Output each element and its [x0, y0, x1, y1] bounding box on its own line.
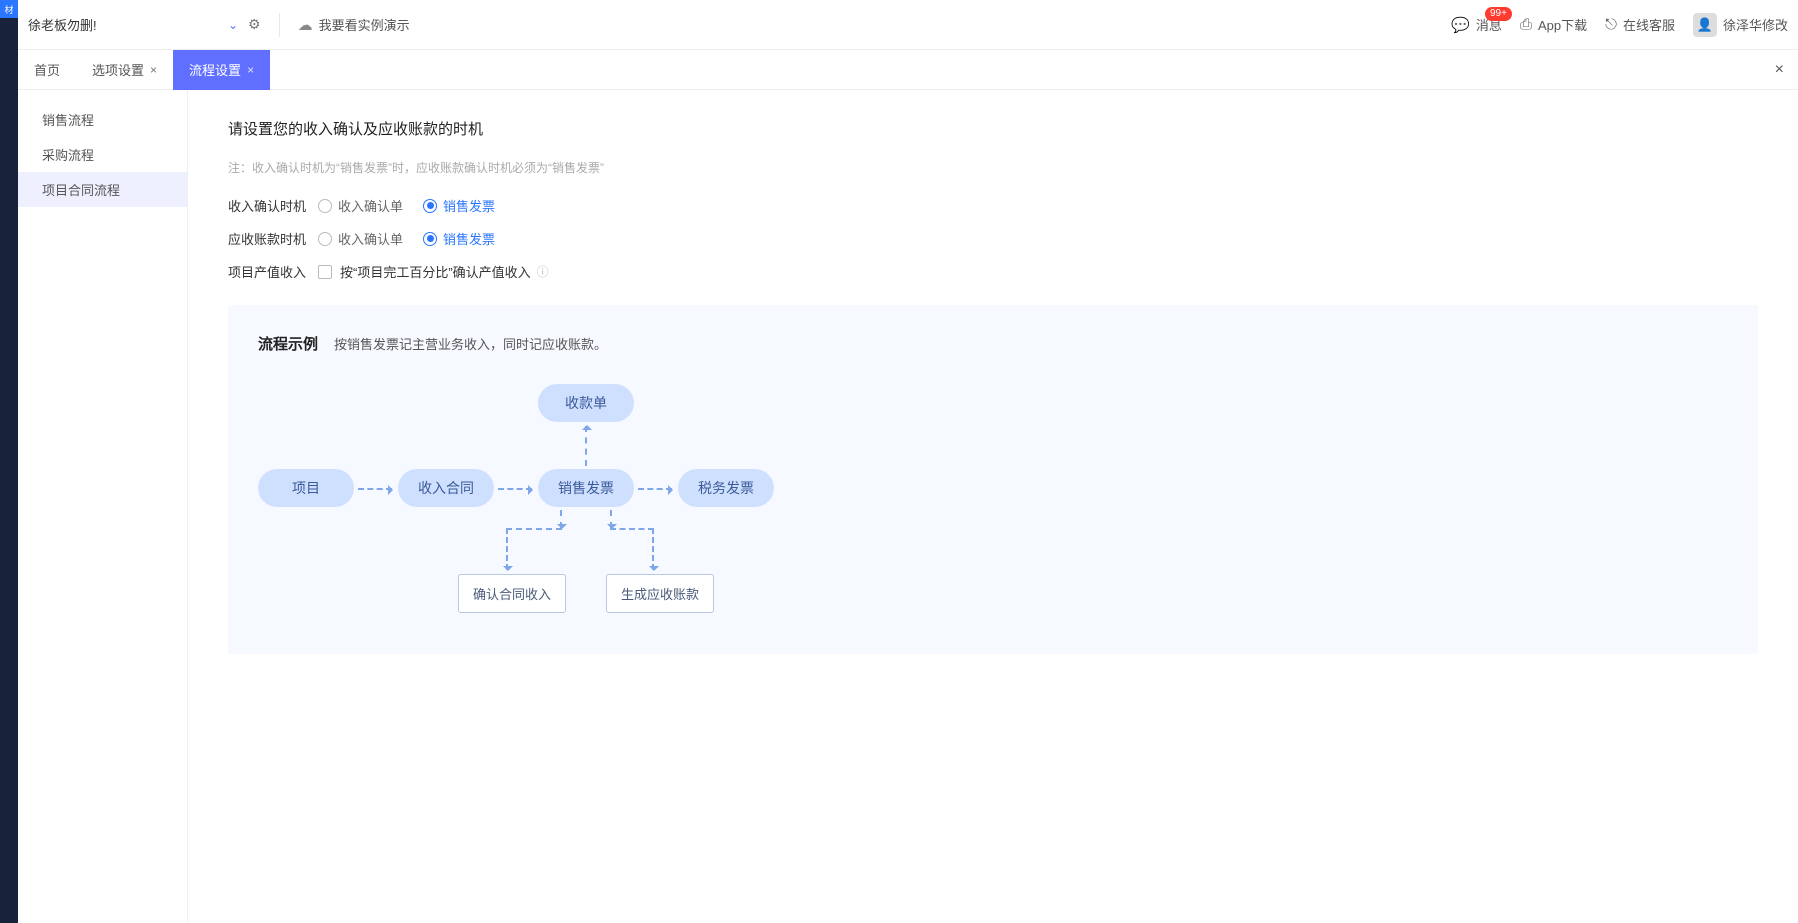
flow-title: 流程示例: [258, 333, 318, 354]
project-value-row: 项目产值收入 按“项目完工百分比”确认产值收入 ⓘ: [228, 262, 1758, 281]
dash-icon: [506, 528, 562, 530]
messages-button[interactable]: 💬 消息 99+: [1451, 15, 1502, 34]
sidebar-item-project-contract-flow[interactable]: 项目合同流程: [18, 172, 187, 207]
radio-icon: [318, 232, 332, 246]
online-support-button[interactable]: ⎋ 在线客服: [1605, 15, 1675, 34]
tab-label: 选项设置: [92, 60, 144, 79]
radio-icon: [318, 199, 332, 213]
tab-options[interactable]: 选项设置 ×: [76, 50, 173, 90]
cloud-icon: ☁: [298, 16, 313, 34]
radio-label: 收入确认单: [338, 229, 403, 248]
receivable-radio-sales-invoice[interactable]: 销售发票: [423, 229, 495, 248]
income-confirm-radio-sales-invoice[interactable]: 销售发票: [423, 196, 495, 215]
radio-label: 收入确认单: [338, 196, 403, 215]
tab-home[interactable]: 首页: [18, 50, 76, 90]
radio-label: 销售发票: [443, 196, 495, 215]
node-income-contract: 收入合同: [398, 469, 494, 507]
radio-icon: [423, 232, 437, 246]
phone-icon: ⎙: [1520, 16, 1532, 33]
node-tax-invoice: 税务发票: [678, 469, 774, 507]
sidebar-item-sales-flow[interactable]: 销售流程: [18, 102, 187, 137]
flow-sidebar: 销售流程 采购流程 项目合同流程: [18, 90, 188, 923]
online-support-label: 在线客服: [1623, 15, 1675, 34]
user-menu[interactable]: 👤 徐泽华修改: [1693, 13, 1788, 37]
org-name: 徐老板勿删!: [28, 15, 97, 34]
dash-icon: [560, 510, 562, 528]
income-confirm-radio-confirm-sheet[interactable]: 收入确认单: [318, 196, 403, 215]
content-area: 请设置您的收入确认及应收账款的时机 注：收入确认时机为“销售发票”时，应收账款确…: [188, 90, 1798, 923]
project-value-checkbox[interactable]: [318, 265, 332, 279]
dash-icon: [610, 510, 612, 528]
arrow-icon: [498, 488, 532, 490]
gear-icon[interactable]: ⚙: [248, 16, 261, 33]
sidebar-item-purchase-flow[interactable]: 采购流程: [18, 137, 187, 172]
node-sales-invoice: 销售发票: [538, 469, 634, 507]
arrow-icon: [585, 426, 587, 466]
receivable-label: 应收账款时机: [228, 229, 318, 248]
demo-link-label: 我要看实例演示: [319, 15, 410, 34]
close-icon[interactable]: ×: [247, 63, 254, 77]
income-confirm-label: 收入确认时机: [228, 196, 318, 215]
dash-icon: [610, 528, 654, 530]
org-selector[interactable]: 徐老板勿删! ⌄: [28, 15, 238, 34]
flow-header: 流程示例 按销售发票记主营业务收入，同时记应收账款。: [258, 333, 1728, 354]
box-confirm-income: 确认合同收入: [458, 574, 566, 613]
radio-icon: [423, 199, 437, 213]
page-title: 请设置您的收入确认及应收账款的时机: [228, 118, 1758, 139]
messages-badge: 99+: [1485, 7, 1512, 21]
receivable-row: 应收账款时机 收入确认单 销售发票: [228, 229, 1758, 248]
arrow-icon: [358, 488, 392, 490]
flow-desc: 按销售发票记主营业务收入，同时记应收账款。: [334, 334, 607, 353]
flow-diagram: 收款单 项目 收入合同 销售发票 税务发票 确认合同收入 生成应收账款: [258, 384, 1728, 614]
tab-flow-settings[interactable]: 流程设置 ×: [173, 50, 270, 90]
arrow-icon: [652, 528, 654, 570]
project-value-label: 项目产值收入: [228, 262, 318, 281]
arrow-icon: [638, 488, 672, 490]
avatar: 👤: [1693, 13, 1717, 37]
flow-example-panel: 流程示例 按销售发票记主营业务收入，同时记应收账款。 收款单 项目 收入合同 销…: [228, 305, 1758, 654]
left-nav-strip: 材: [0, 0, 18, 923]
node-project: 项目: [258, 469, 354, 507]
note-text: 注：收入确认时机为“销售发票”时，应收账款确认时机必须为“销售发票”: [228, 159, 1758, 176]
close-all-tabs-button[interactable]: ×: [1761, 50, 1798, 90]
box-gen-receivable: 生成应收账款: [606, 574, 714, 613]
message-icon: 💬: [1451, 16, 1470, 34]
app-download-button[interactable]: ⎙ App下载: [1520, 15, 1587, 34]
app-download-label: App下载: [1538, 15, 1587, 34]
tab-label: 流程设置: [189, 60, 241, 79]
tab-bar: 首页 选项设置 × 流程设置 × ×: [18, 50, 1798, 90]
receivable-radio-confirm-sheet[interactable]: 收入确认单: [318, 229, 403, 248]
help-icon[interactable]: ⓘ: [537, 263, 549, 280]
main-area: 销售流程 采购流程 项目合同流程 请设置您的收入确认及应收账款的时机 注：收入确…: [18, 90, 1798, 923]
top-header: 徐老板勿删! ⌄ ⚙ ☁ 我要看实例演示 💬 消息 99+ ⎙ App下载 ⎋ …: [18, 0, 1798, 50]
demo-link[interactable]: ☁ 我要看实例演示: [298, 15, 410, 34]
tab-label: 首页: [34, 60, 60, 79]
username: 徐泽华修改: [1723, 15, 1788, 34]
headset-icon: ⎋: [1605, 16, 1617, 33]
node-receipt: 收款单: [538, 384, 634, 422]
chevron-down-icon: ⌄: [228, 18, 238, 32]
checkbox-label: 按“项目完工百分比”确认产值收入: [340, 262, 531, 281]
income-confirm-row: 收入确认时机 收入确认单 销售发票: [228, 196, 1758, 215]
arrow-icon: [506, 528, 508, 570]
radio-label: 销售发票: [443, 229, 495, 248]
close-icon[interactable]: ×: [150, 63, 157, 77]
header-right: 💬 消息 99+ ⎙ App下载 ⎋ 在线客服 👤 徐泽华修改: [1451, 13, 1788, 37]
left-nav-tag: 材: [0, 0, 18, 18]
divider: [279, 13, 280, 37]
